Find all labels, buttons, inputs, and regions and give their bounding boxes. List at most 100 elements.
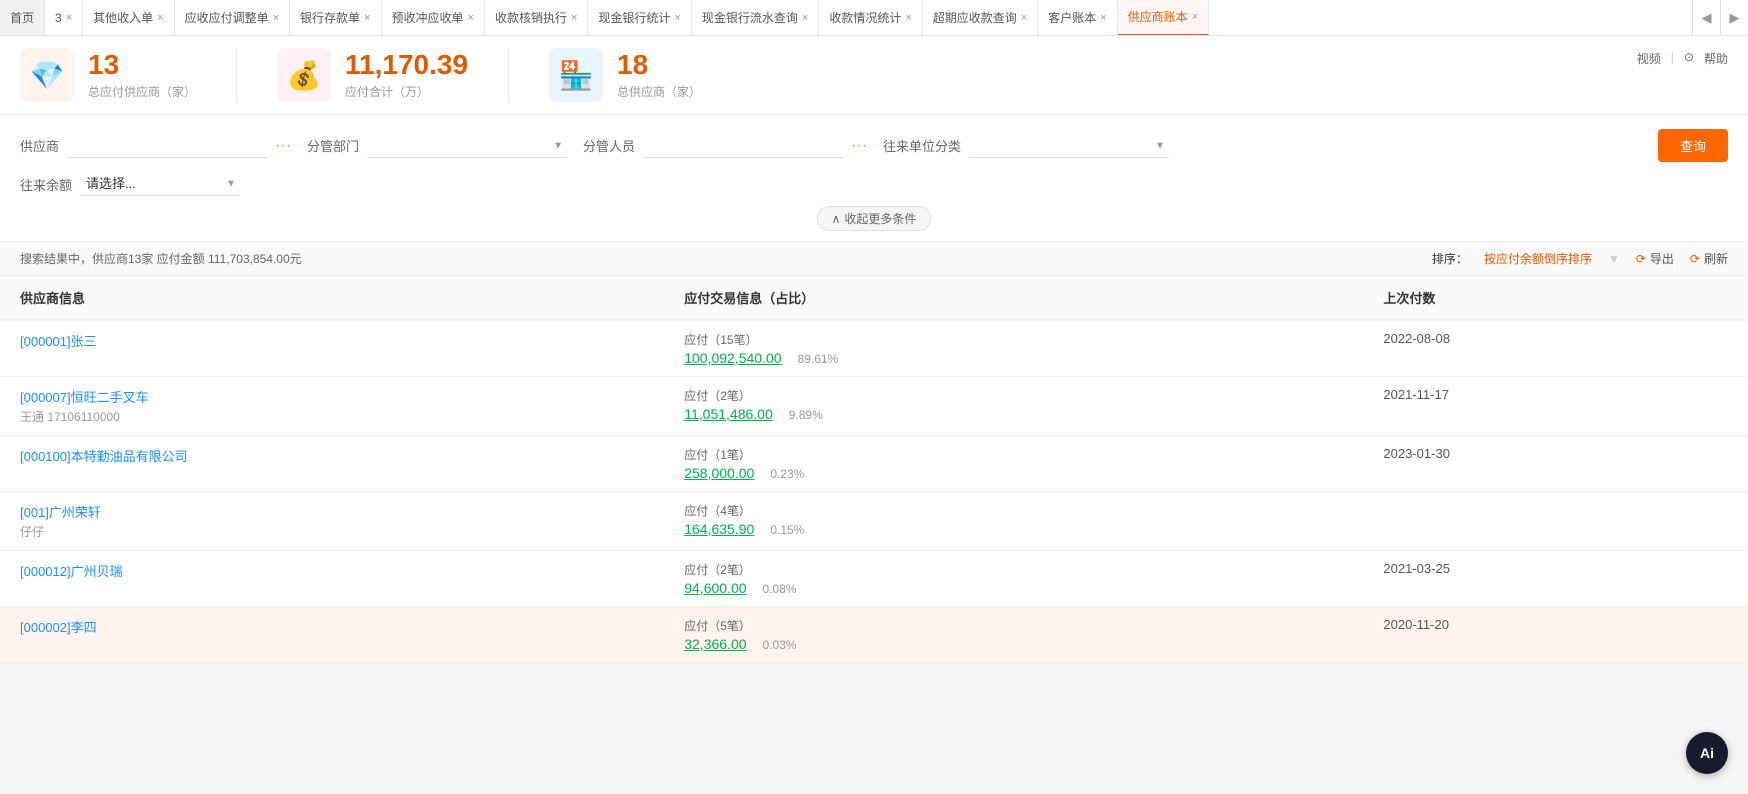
pct-3: 0.15% (770, 523, 804, 537)
nav-tab-close-cash-bank-flow[interactable]: × (802, 12, 808, 24)
tx-note-3: 应付（4笔） (684, 502, 1343, 519)
nav-tab-cash-bank-stat[interactable]: 现金银行统计× (588, 0, 691, 36)
balance-label: 往来余额 (20, 175, 72, 194)
nav-tab-prepay-offset[interactable]: 预收冲应收单× (382, 0, 485, 36)
tx-cell-1: 应付（2笔） 11,051,486.00 9.89% (664, 377, 1363, 436)
nav-tab-customer-account[interactable]: 客户账本× (1038, 0, 1117, 36)
export-button[interactable]: ⟳ 导出 (1636, 250, 1674, 267)
nav-tab-other-income[interactable]: 其他收入单× (83, 0, 174, 36)
filter-collapse: ∧ 收起更多条件 (20, 206, 1728, 231)
pct-2: 0.23% (770, 467, 804, 481)
amount-link-5[interactable]: 32,366.00 (684, 636, 746, 652)
balance-select[interactable]: 请选择... (80, 172, 240, 196)
stat-icon-payable-suppliers: 💎 (20, 48, 74, 102)
person-filter: 分管人员 ··· (583, 134, 867, 158)
tx-note-1: 应付（2笔） (684, 387, 1343, 404)
sort-value[interactable]: 按应付余额倒序排序 (1484, 250, 1592, 267)
nav-tab-close-cash-bank-stat[interactable]: × (674, 12, 680, 24)
supplier-cell-5: [000002]李四 (0, 607, 664, 663)
supplier-dots[interactable]: ··· (275, 137, 291, 155)
amount-link-0[interactable]: 100,092,540.00 (684, 350, 781, 366)
nav-tab-close-customer-account[interactable]: × (1100, 12, 1106, 24)
col-tx-info: 应付交易信息（占比） (664, 276, 1363, 320)
amount-row-5: 32,366.000.03% (684, 636, 1343, 652)
help-icon: ⊙ (1684, 50, 1694, 67)
unit-class-select[interactable] (969, 134, 1169, 158)
amount-link-3[interactable]: 164,635.90 (684, 521, 754, 537)
help-link[interactable]: 帮助 (1704, 50, 1728, 67)
dept-label: 分管部门 (307, 136, 359, 155)
tx-cell-3: 应付（4笔） 164,635.90 0.15% (664, 492, 1363, 551)
nav-tab-ap-adjust[interactable]: 应收应付调整单× (175, 0, 290, 36)
table-row: [001]广州荣轩仔仔应付（4笔）164,635.900.15% (0, 492, 1748, 551)
col-last-payment: 上次付数 (1363, 276, 1748, 320)
unit-class-filter: 往来单位分类 (883, 134, 1169, 158)
supplier-link-0[interactable]: [000001]张三 (20, 334, 97, 349)
supplier-subtext-1: 王通 17106110000 (20, 408, 644, 425)
stat-label-total-suppliers: 总供应商（家） (617, 83, 701, 100)
nav-tab-receipt-stat[interactable]: 收款情况统计× (819, 0, 922, 36)
ai-badge[interactable]: Ai (1686, 732, 1728, 774)
nav-tab-close-tab3[interactable]: × (66, 12, 72, 24)
nav-tab-tab3[interactable]: 3× (45, 0, 83, 36)
table-row: [000007]恒旺二手叉车王通 17106110000 应付（2笔） 11,051… (0, 377, 1748, 436)
nav-tab-receipt-exec[interactable]: 收款核销执行× (485, 0, 588, 36)
pct-1: 9.89% (789, 408, 823, 422)
stat-label-payable-total: 应付合计（万） (345, 83, 468, 100)
supplier-link-2[interactable]: [000100]本特勤油品有限公司 (20, 449, 188, 464)
collapse-button[interactable]: ∧ 收起更多条件 (817, 206, 932, 231)
supplier-link-5[interactable]: [000002]李四 (20, 620, 97, 635)
nav-next-arrow[interactable]: ▶ (1720, 0, 1748, 36)
person-dots[interactable]: ··· (851, 137, 867, 155)
refresh-label: 刷新 (1704, 250, 1728, 267)
nav-tab-supplier-account[interactable]: 供应商账本× (1118, 0, 1209, 36)
person-input[interactable] (643, 134, 843, 158)
pct-4: 0.08% (763, 582, 797, 596)
video-link[interactable]: 视频 (1637, 50, 1661, 67)
export-icon: ⟳ (1636, 252, 1646, 266)
refresh-button[interactable]: ⟳ 刷新 (1690, 250, 1728, 267)
supplier-link-3[interactable]: [001]广州荣轩 (20, 505, 101, 520)
supplier-link-1[interactable]: [000007]恒旺二手叉车 (20, 390, 149, 405)
supplier-link-4[interactable]: [000012]广州贝瑞 (20, 564, 123, 579)
amount-link-4[interactable]: 94,600.00 (684, 580, 746, 596)
nav-tab-overdue-query[interactable]: 超期应收款查询× (923, 0, 1038, 36)
supplier-cell-1: [000007]恒旺二手叉车王通 17106110000 (0, 377, 664, 436)
amount-row-0: 100,092,540.00 89.61% (684, 350, 1343, 366)
pct-0: 89.61% (798, 352, 839, 366)
tx-cell-5: 应付（5笔）32,366.000.03% (664, 607, 1363, 663)
tx-note-2: 应付（1笔） (684, 446, 1343, 463)
tx-note-0: 应付（15笔） (684, 331, 1343, 348)
nav-bar: 首页3×其他收入单×应收应付调整单×银行存款单×预收冲应收单×收款核销执行×现金… (0, 0, 1748, 36)
nav-tab-close-receipt-stat[interactable]: × (905, 12, 911, 24)
tx-cell-2: 应付（1笔） 258,000.00 0.23% (664, 436, 1363, 492)
nav-tab-close-overdue-query[interactable]: × (1021, 12, 1027, 24)
amount-row-4: 94,600.00 0.08% (684, 580, 1343, 596)
nav-tab-cash-bank-flow[interactable]: 现金银行流水查询× (692, 0, 819, 36)
amount-link-2[interactable]: 258,000.00 (684, 465, 754, 481)
nav-tab-close-receipt-exec[interactable]: × (571, 12, 577, 24)
nav-tab-close-ap-adjust[interactable]: × (273, 12, 279, 24)
nav-tab-bank-deposit[interactable]: 银行存款单× (290, 0, 381, 36)
last-payment-date-2: 2023-01-30 (1383, 446, 1450, 461)
nav-tab-close-supplier-account[interactable]: × (1192, 11, 1198, 23)
balance-select-wrapper: 请选择... (80, 172, 240, 196)
amount-link-1[interactable]: 11,051,486.00 (684, 406, 773, 422)
nav-tab-close-bank-deposit[interactable]: × (364, 12, 370, 24)
supplier-input[interactable] (67, 134, 267, 158)
nav-tab-close-prepay-offset[interactable]: × (468, 12, 474, 24)
stat-num-total-suppliers: 18 (617, 51, 701, 79)
query-button[interactable]: 查询 (1658, 129, 1728, 162)
result-bar: 搜索结果中，供应商13家 应付金额 111,703,854.00元 排序： 按应… (0, 242, 1748, 276)
stat-num-payable-total: 11,170.39 (345, 51, 468, 79)
supplier-filter: 供应商 ··· (20, 134, 291, 158)
last-payment-cell-0: 2022-08-08 (1363, 320, 1748, 377)
nav-tab-close-other-income[interactable]: × (157, 12, 163, 24)
balance-filter: 往来余额 请选择... (20, 172, 240, 196)
nav-tab-home[interactable]: 首页 (0, 0, 45, 36)
col-supplier-info: 供应商信息 (0, 276, 664, 320)
nav-prev-arrow[interactable]: ◀ (1692, 0, 1720, 36)
supplier-table: 供应商信息 应付交易信息（占比） 上次付数 [000001]张三 应付（15笔） 1… (0, 276, 1748, 663)
stat-content-payable-suppliers: 13总应付供应商（家） (88, 51, 196, 100)
dept-select[interactable] (367, 134, 567, 158)
